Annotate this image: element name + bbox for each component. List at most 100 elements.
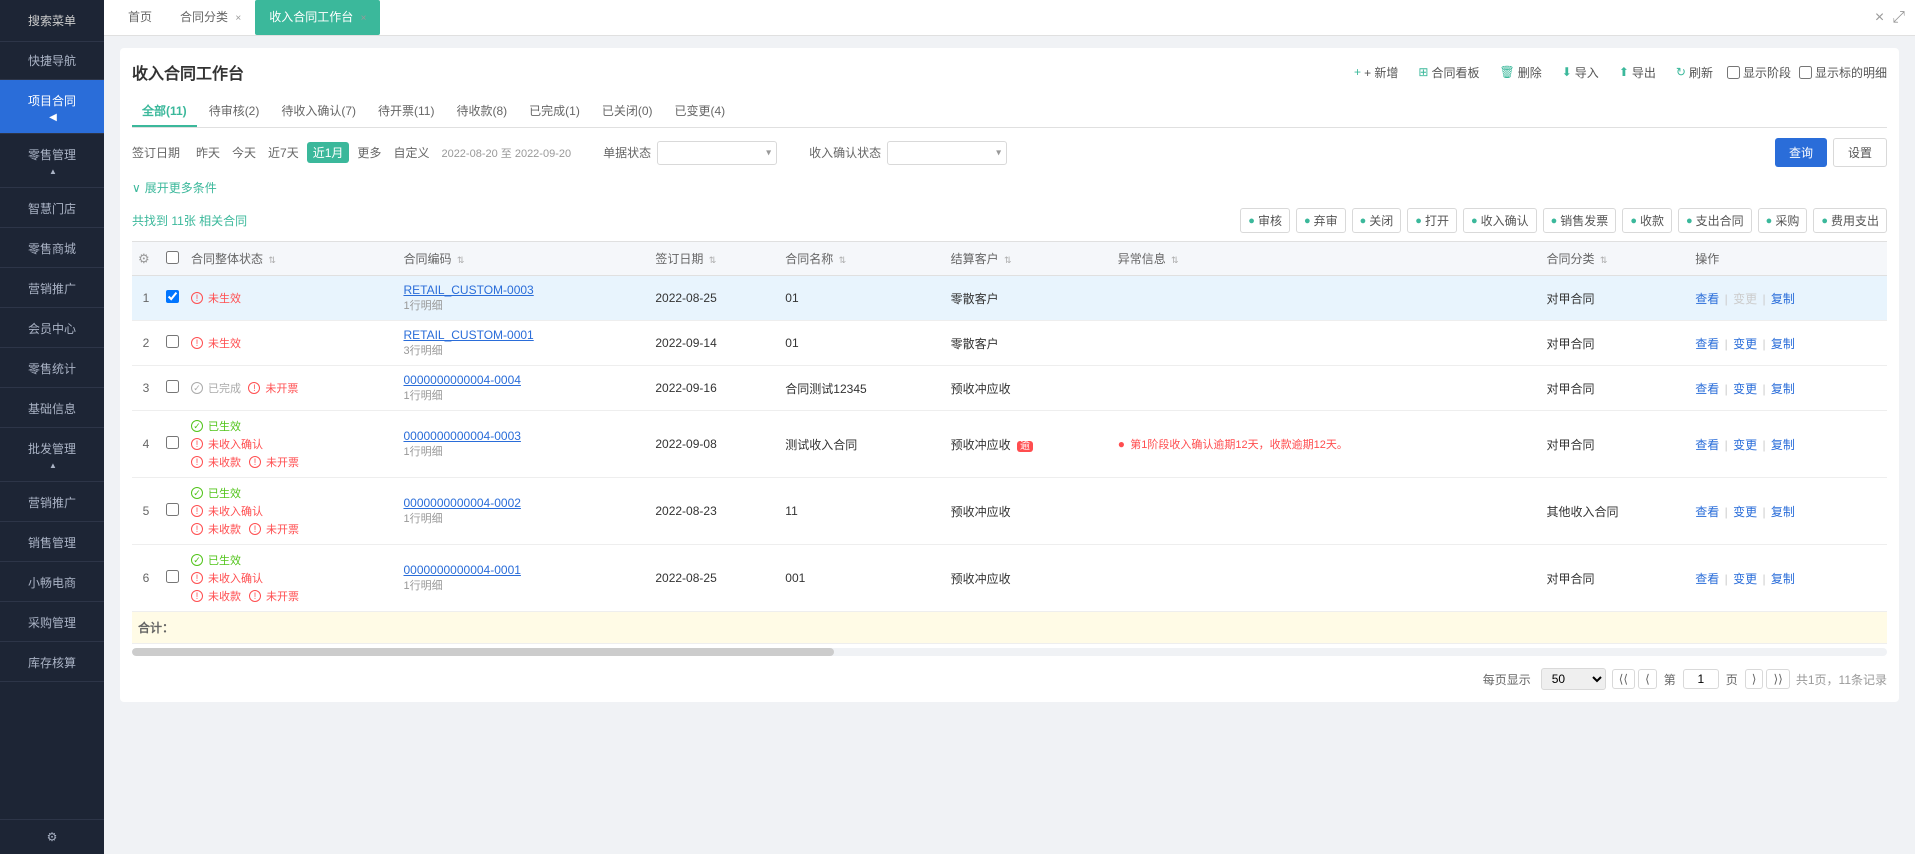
new-button[interactable]: + + 新增 (1348, 61, 1404, 84)
sort-code-icon[interactable]: ⇅ (457, 255, 465, 265)
sort-date-icon[interactable]: ⇅ (709, 255, 717, 265)
op-copy[interactable]: 复制 (1771, 505, 1795, 519)
tab-close-income-workbench[interactable]: × (361, 13, 367, 24)
sort-exception-icon[interactable]: ⇅ (1171, 255, 1179, 265)
row-checkbox[interactable] (160, 276, 185, 321)
receipt-btn[interactable]: ● 收款 (1622, 208, 1672, 233)
sidebar-item-sales-mgmt[interactable]: 销售管理 (0, 522, 104, 562)
op-change[interactable]: 变更 (1733, 382, 1757, 396)
filter-tab-pending-income-confirm[interactable]: 待收入确认(7) (271, 96, 366, 127)
op-view[interactable]: 查看 (1695, 292, 1719, 306)
sidebar-item-basic-info[interactable]: 基础信息 (0, 388, 104, 428)
purchase-btn[interactable]: ● 采购 (1758, 208, 1808, 233)
row-checkbox[interactable] (160, 366, 185, 411)
op-view[interactable]: 查看 (1695, 505, 1719, 519)
show-mark-checkbox[interactable] (1799, 66, 1812, 79)
settings-button[interactable]: 设置 (1833, 138, 1887, 167)
date-opt-last7[interactable]: 近7天 (264, 142, 303, 163)
op-view[interactable]: 查看 (1695, 382, 1719, 396)
refresh-button[interactable]: ↻ 刷新 (1670, 61, 1719, 84)
sidebar-item-xiaochu[interactable]: 小畅电商 (0, 562, 104, 602)
tab-home[interactable]: 首页 (114, 0, 166, 35)
op-view[interactable]: 查看 (1695, 572, 1719, 586)
sidebar-item-wholesale[interactable]: 批发管理 ▲ (0, 428, 104, 482)
import-button[interactable]: ⬇ 导入 (1556, 61, 1605, 84)
filter-tab-all[interactable]: 全部(11) (132, 96, 197, 127)
op-change[interactable]: 变更 (1733, 292, 1757, 306)
date-opt-today[interactable]: 今天 (228, 142, 260, 163)
sidebar-item-marketing2[interactable]: 营销推广 (0, 482, 104, 522)
filter-tab-closed[interactable]: 已关闭(0) (592, 96, 663, 127)
page-prev-btn[interactable]: ⟨ (1638, 669, 1657, 689)
sidebar-item-project[interactable]: 项目合同 ◀ (0, 80, 104, 134)
sort-category-icon[interactable]: ⇅ (1600, 255, 1608, 265)
page-last-btn[interactable]: ⟩⟩ (1766, 669, 1789, 689)
sidebar-search[interactable]: 搜索菜单 (0, 0, 104, 42)
sidebar-item-member[interactable]: 会员中心 (0, 308, 104, 348)
sort-customer-icon[interactable]: ⇅ (1004, 255, 1012, 265)
table-settings-icon[interactable]: ⚙ (138, 251, 150, 266)
date-opt-last1month[interactable]: 近1月 (307, 142, 350, 163)
row-checkbox[interactable] (160, 478, 185, 545)
sort-status-icon[interactable]: ⇅ (268, 255, 276, 265)
delete-button[interactable]: 🗑 删除 (1493, 61, 1547, 84)
sales-invoice-btn[interactable]: ● 销售发票 (1543, 208, 1617, 233)
horizontal-scrollbar[interactable] (132, 648, 1887, 656)
income-confirm-select[interactable] (887, 141, 1007, 165)
date-opt-more[interactable]: 更多 (353, 142, 385, 163)
op-change[interactable]: 变更 (1733, 337, 1757, 351)
date-opt-yesterday[interactable]: 昨天 (192, 142, 224, 163)
page-first-btn[interactable]: ⟨⟨ (1612, 669, 1635, 689)
expense-out-btn[interactable]: ● 支出合同 (1678, 208, 1752, 233)
page-size-select[interactable]: 50 10 20 100 (1541, 668, 1606, 690)
sidebar-item-smart-store[interactable]: 智慧门店 (0, 188, 104, 228)
sidebar-item-retail-mgmt[interactable]: 零售管理 ▲ (0, 134, 104, 188)
op-copy[interactable]: 复制 (1771, 337, 1795, 351)
op-change[interactable]: 变更 (1733, 505, 1757, 519)
doc-status-select[interactable] (657, 141, 777, 165)
abandon-btn[interactable]: ● 弃审 (1296, 208, 1346, 233)
contract-link[interactable]: 0000000000004-0001 (403, 563, 643, 577)
sidebar-quick-nav[interactable]: 快捷导航 (0, 42, 104, 80)
contract-link[interactable]: 0000000000004-0003 (403, 429, 643, 443)
fullscreen-icon[interactable]: ⤢ (1892, 9, 1905, 27)
op-copy[interactable]: 复制 (1771, 382, 1795, 396)
filter-tab-pending-review[interactable]: 待审核(2) (199, 96, 270, 127)
expand-more-btn[interactable]: ∨ 展开更多条件 (132, 175, 1887, 200)
op-copy[interactable]: 复制 (1771, 572, 1795, 586)
sidebar-settings[interactable]: ⚙ (0, 819, 104, 854)
op-change[interactable]: 变更 (1733, 438, 1757, 452)
row-checkbox[interactable] (160, 321, 185, 366)
export-button[interactable]: ⬆ 导出 (1613, 61, 1662, 84)
income-confirm-btn[interactable]: ● 收入确认 (1463, 208, 1537, 233)
tab-income-workbench[interactable]: 收入合同工作台 × (255, 0, 380, 35)
contract-link[interactable]: RETAIL_CUSTOM-0003 (403, 283, 643, 297)
print-btn[interactable]: ● 打开 (1407, 208, 1457, 233)
filter-tab-pending-invoice[interactable]: 待开票(11) (368, 96, 444, 127)
page-next-btn[interactable]: ⟩ (1745, 669, 1764, 689)
col-checkbox[interactable] (160, 242, 185, 276)
kanban-button[interactable]: ⊞ 合同看板 (1412, 61, 1485, 84)
op-change[interactable]: 变更 (1733, 572, 1757, 586)
sidebar-item-marketing[interactable]: 营销推广 (0, 268, 104, 308)
date-opt-custom[interactable]: 自定义 (389, 142, 433, 163)
page-input[interactable] (1683, 669, 1719, 689)
op-copy[interactable]: 复制 (1771, 438, 1795, 452)
op-view[interactable]: 查看 (1695, 337, 1719, 351)
col-gear[interactable]: ⚙ (132, 242, 160, 276)
sort-name-icon[interactable]: ⇅ (839, 255, 847, 265)
sidebar-item-retail-commerce[interactable]: 零售商城 (0, 228, 104, 268)
contract-link[interactable]: 0000000000004-0002 (403, 496, 643, 510)
sidebar-item-purchase[interactable]: 采购管理 (0, 602, 104, 642)
filter-tab-completed[interactable]: 已完成(1) (519, 96, 590, 127)
filter-tab-changed[interactable]: 已变更(4) (665, 96, 736, 127)
expense-pay-btn[interactable]: ● 费用支出 (1813, 208, 1887, 233)
filter-tab-pending-receipt[interactable]: 待收款(8) (446, 96, 517, 127)
select-all-checkbox[interactable] (166, 251, 179, 264)
show-stage-checkbox[interactable] (1727, 66, 1740, 79)
query-button[interactable]: 查询 (1775, 138, 1827, 167)
sidebar-item-retail-stats[interactable]: 零售统计 (0, 348, 104, 388)
row-checkbox[interactable] (160, 411, 185, 478)
show-stage-checkbox-label[interactable]: 显示阶段 (1727, 64, 1791, 81)
review-btn[interactable]: ● 审核 (1240, 208, 1290, 233)
